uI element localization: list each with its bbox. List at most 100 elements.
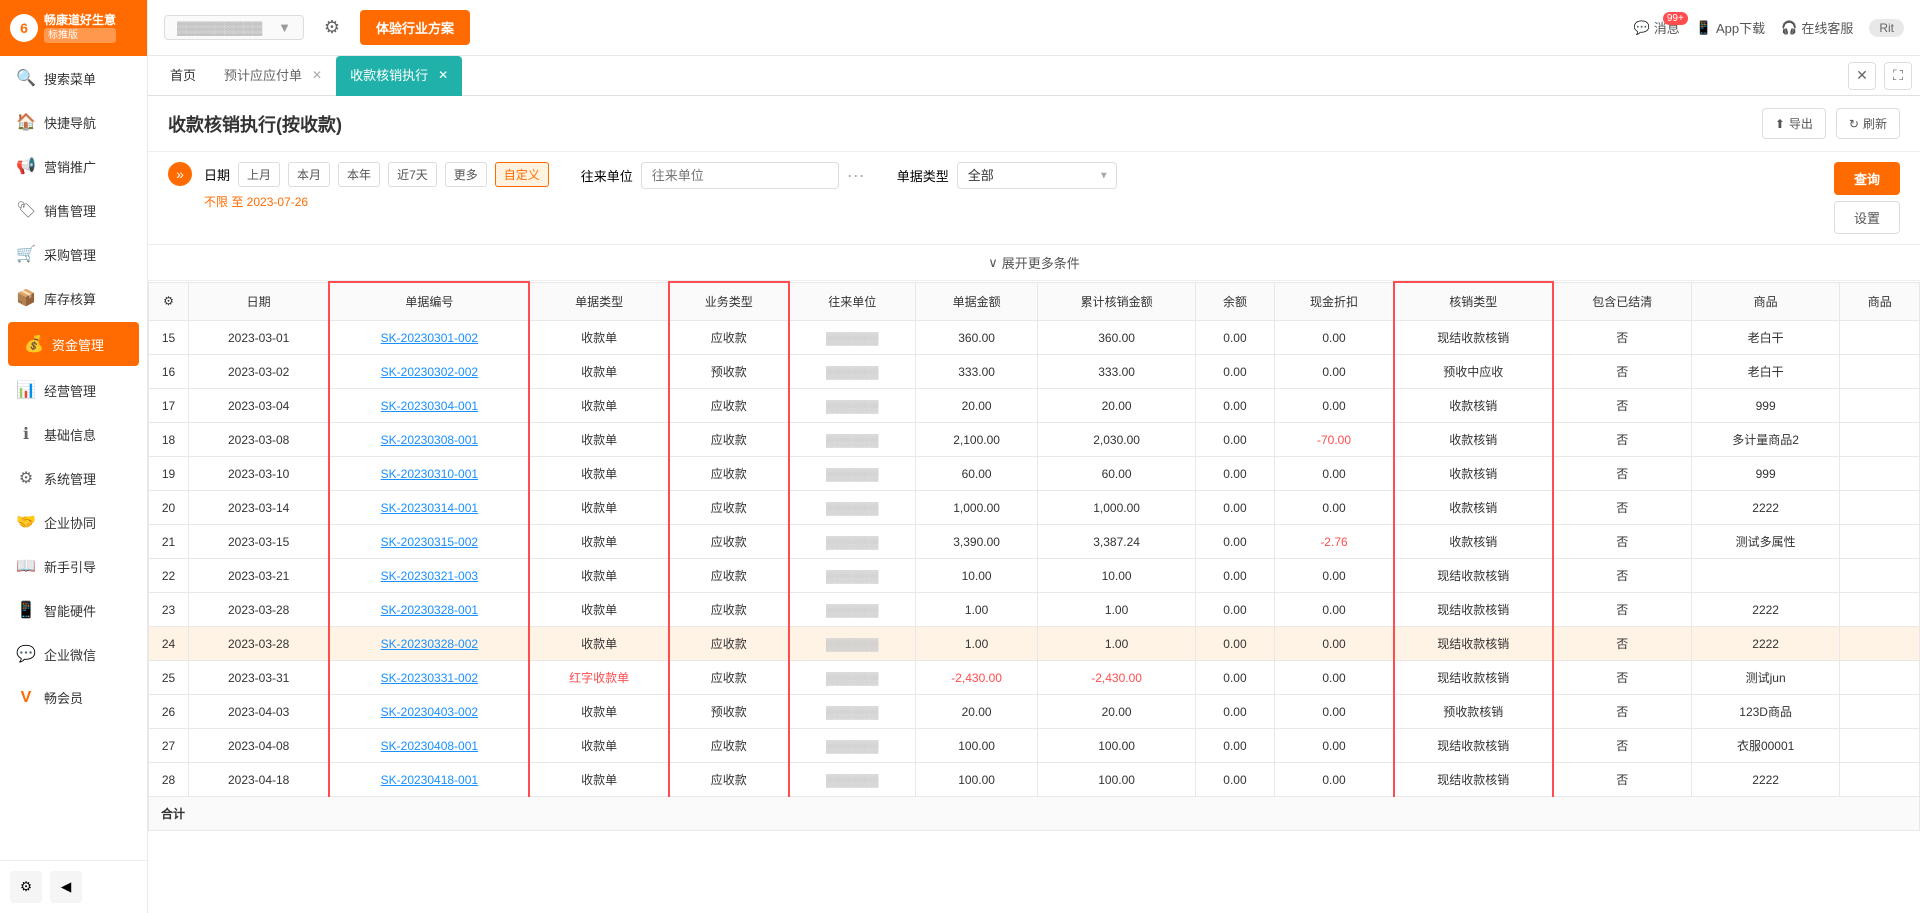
sidebar-item-enterprise[interactable]: 🤝 企业协同 — [0, 500, 147, 544]
tab-receivable-close[interactable]: ✕ — [312, 68, 322, 82]
expand-more-btn[interactable]: ∨ 展开更多条件 — [148, 245, 1920, 281]
row-biz-type: 应收款 — [669, 457, 789, 491]
row-doc-type: 收款单 — [529, 321, 668, 355]
row-cum-amount: 2,030.00 — [1038, 423, 1195, 457]
col-settings[interactable]: ⚙ — [149, 282, 189, 321]
row-biz-type: 应收款 — [669, 559, 789, 593]
sidebar-item-sales[interactable]: 🏷 销售管理 — [0, 188, 147, 232]
messages-btn[interactable]: 💬 消息 99+ — [1634, 18, 1680, 37]
user-profile[interactable]: Rit — [1869, 19, 1904, 37]
tab-collection[interactable]: 收款核销执行 ✕ — [336, 56, 462, 96]
sidebar: 6 畅康道好生意 标推版 🔍 搜索菜单 🏠 快捷导航 📢 营销推广 🏷 销售管理… — [0, 0, 148, 913]
row-cum-amount: 360.00 — [1038, 321, 1195, 355]
row-num: 17 — [149, 389, 189, 423]
row-cum-amount: 20.00 — [1038, 695, 1195, 729]
counterpart-input[interactable] — [641, 162, 839, 189]
solution-btn[interactable]: 体验行业方案 — [360, 10, 470, 45]
collapse-sidebar-btn[interactable]: ◀ — [50, 871, 82, 903]
row-doc-no[interactable]: SK-20230321-003 — [329, 559, 529, 593]
row-counterpart: ▓▓▓▓▓▓ — [789, 457, 915, 491]
row-doc-no[interactable]: SK-20230304-001 — [329, 389, 529, 423]
last-7days-btn[interactable]: 近7天 — [388, 162, 437, 187]
sidebar-item-capital[interactable]: 💰 资金管理 — [8, 322, 139, 366]
online-service-btn[interactable]: 🎧 在线客服 — [1781, 18, 1853, 37]
sidebar-item-marketing[interactable]: 📢 营销推广 — [0, 144, 147, 188]
row-doc-no[interactable]: SK-20230302-002 — [329, 355, 529, 389]
this-month-btn[interactable]: 本月 — [288, 162, 330, 187]
sidebar-item-wechat[interactable]: 💬 企业微信 — [0, 632, 147, 676]
sidebar-item-guide[interactable]: 📖 新手引导 — [0, 544, 147, 588]
row-write-off-type: 收款核销 — [1394, 457, 1553, 491]
set-btn[interactable]: 设置 — [1834, 201, 1900, 234]
row-goods2 — [1840, 457, 1920, 491]
purchase-icon: 🛒 — [16, 244, 36, 264]
row-doc-type: 收款单 — [529, 695, 668, 729]
row-goods2 — [1840, 423, 1920, 457]
tab-receivable[interactable]: 预计应应付单 ✕ — [210, 56, 336, 96]
wechat-icon: 💬 — [16, 644, 36, 664]
sidebar-item-operations[interactable]: 📊 经营管理 — [0, 368, 147, 412]
tab-collection-close[interactable]: ✕ — [438, 68, 448, 82]
custom-date-btn[interactable]: 自定义 — [495, 162, 549, 187]
sidebar-item-search[interactable]: 🔍 搜索菜单 — [0, 56, 147, 100]
row-doc-no[interactable]: SK-20230331-002 — [329, 661, 529, 695]
row-doc-no[interactable]: SK-20230310-001 — [329, 457, 529, 491]
row-doc-no[interactable]: SK-20230328-002 — [329, 627, 529, 661]
row-num: 21 — [149, 525, 189, 559]
row-doc-no[interactable]: SK-20230408-001 — [329, 729, 529, 763]
refresh-btn[interactable]: ↻ 刷新 — [1836, 108, 1900, 139]
row-cum-amount: 100.00 — [1038, 763, 1195, 797]
sidebar-item-system[interactable]: ⚙ 系统管理 — [0, 456, 147, 500]
this-year-btn[interactable]: 本年 — [338, 162, 380, 187]
chevron-down-icon: ∨ — [988, 255, 998, 271]
more-options-btn[interactable]: ··· — [847, 165, 865, 186]
settings-bottom-btn[interactable]: ⚙ — [10, 871, 42, 903]
row-cum-amount: 60.00 — [1038, 457, 1195, 491]
sidebar-item-basics[interactable]: ℹ 基础信息 — [0, 412, 147, 456]
row-cum-amount: 333.00 — [1038, 355, 1195, 389]
row-goods: 999 — [1691, 457, 1840, 491]
settings-gear-btn[interactable]: ⚙ — [316, 12, 348, 44]
sidebar-logo: 6 畅康道好生意 标推版 — [0, 0, 147, 56]
row-goods: 123D商品 — [1691, 695, 1840, 729]
row-biz-type: 应收款 — [669, 525, 789, 559]
app-download-btn[interactable]: 📱 App下载 — [1696, 18, 1765, 37]
row-biz-type: 应收款 — [669, 593, 789, 627]
sidebar-item-hardware[interactable]: 📱 智能硬件 — [0, 588, 147, 632]
data-table-container[interactable]: ⚙ 日期 单据编号 单据类型 业务类型 往来单位 单据金额 累计核销金额 余额 … — [148, 281, 1920, 913]
row-discount: 0.00 — [1275, 661, 1394, 695]
tab-home[interactable]: 首页 — [156, 56, 210, 96]
row-counterpart: ▓▓▓▓▓▓ — [789, 491, 915, 525]
row-included: 否 — [1553, 321, 1692, 355]
row-goods: 老白干 — [1691, 321, 1840, 355]
query-btn[interactable]: 查询 — [1834, 162, 1900, 195]
row-goods — [1691, 559, 1840, 593]
close-tab-btn[interactable]: ✕ — [1848, 62, 1876, 90]
voucher-type-select[interactable]: 全部 — [957, 162, 1117, 189]
sidebar-item-inventory[interactable]: 📦 库存核算 — [0, 276, 147, 320]
export-btn[interactable]: ⬆ 导出 — [1762, 108, 1826, 139]
sidebar-item-member[interactable]: V 畅会员 — [0, 676, 147, 719]
row-goods: 衣服00001 — [1691, 729, 1840, 763]
row-doc-no[interactable]: SK-20230315-002 — [329, 525, 529, 559]
voucher-type-section: 单据类型 全部 — [897, 162, 1117, 189]
last-month-btn[interactable]: 上月 — [238, 162, 280, 187]
col-counterpart: 往来单位 — [789, 282, 915, 321]
row-doc-no[interactable]: SK-20230328-001 — [329, 593, 529, 627]
row-num: 24 — [149, 627, 189, 661]
sidebar-item-purchase[interactable]: 🛒 采购管理 — [0, 232, 147, 276]
row-doc-no[interactable]: SK-20230403-002 — [329, 695, 529, 729]
more-date-btn[interactable]: 更多 — [445, 162, 487, 187]
row-doc-no[interactable]: SK-20230301-002 — [329, 321, 529, 355]
filter-toggle-btn[interactable]: » — [168, 162, 192, 186]
sidebar-item-quick-nav[interactable]: 🏠 快捷导航 — [0, 100, 147, 144]
row-doc-no[interactable]: SK-20230418-001 — [329, 763, 529, 797]
row-amount: 3,390.00 — [915, 525, 1038, 559]
row-doc-no[interactable]: SK-20230308-001 — [329, 423, 529, 457]
row-balance: 0.00 — [1195, 695, 1274, 729]
fullscreen-tab-btn[interactable]: ⛶ — [1884, 62, 1912, 90]
row-goods2 — [1840, 321, 1920, 355]
row-goods2 — [1840, 593, 1920, 627]
row-doc-no[interactable]: SK-20230314-001 — [329, 491, 529, 525]
company-selector[interactable]: ▓▓▓▓▓▓▓▓▓ ▼ — [164, 15, 304, 40]
